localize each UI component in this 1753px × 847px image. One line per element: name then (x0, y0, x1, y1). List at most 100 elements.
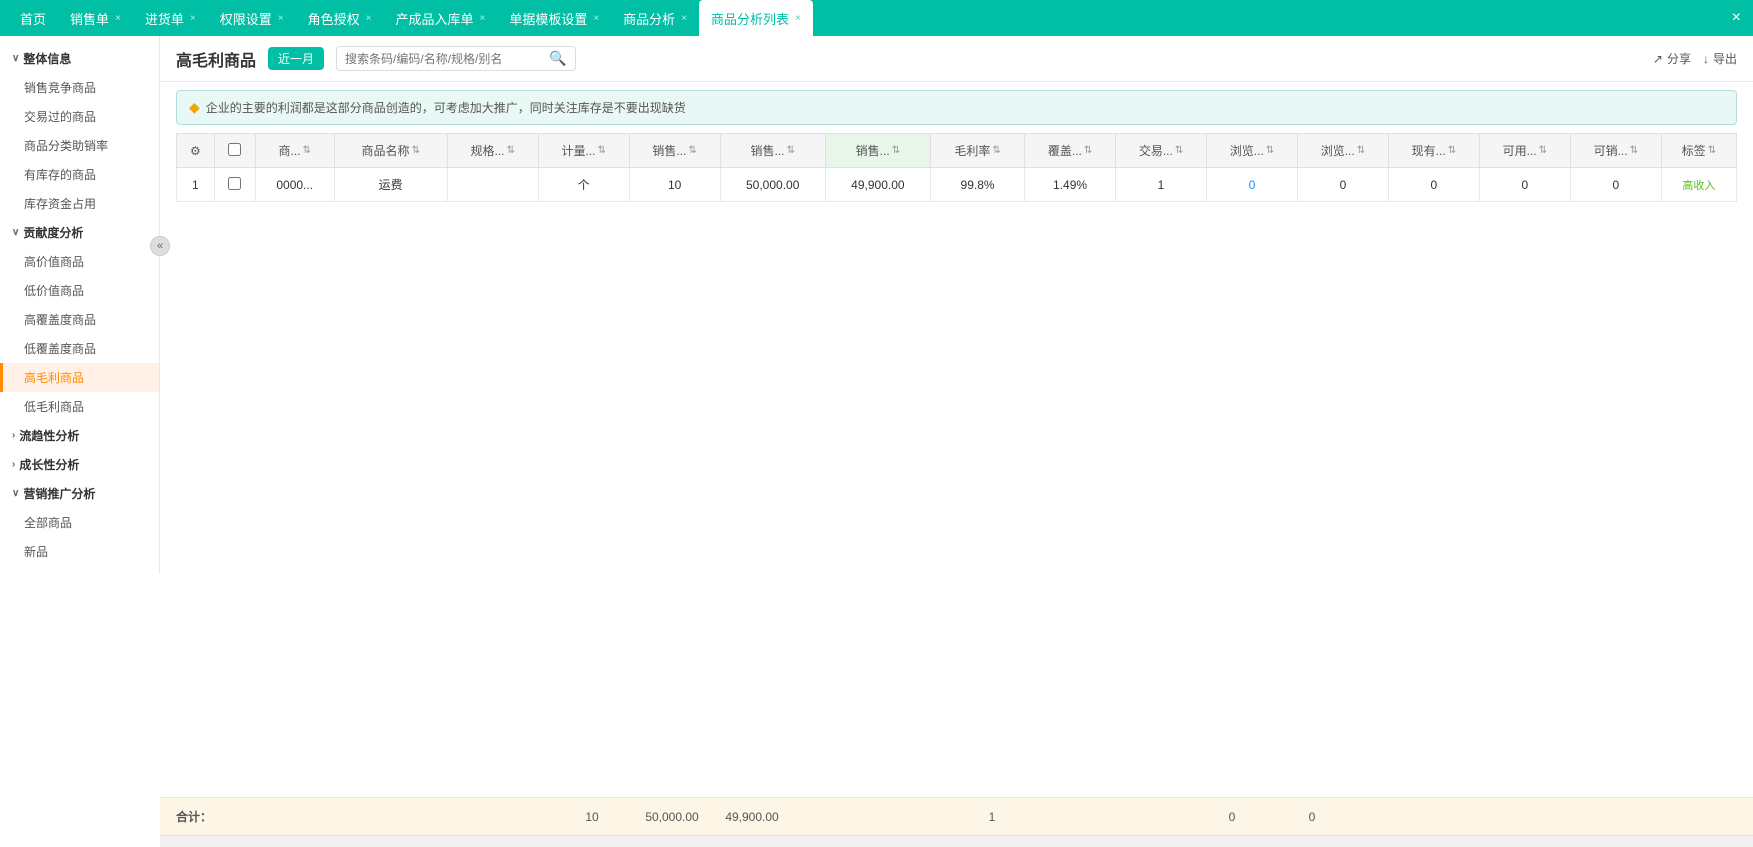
sidebar-item-low-value[interactable]: 低价值商品 (0, 276, 159, 305)
cell-name: 运费 (334, 168, 447, 202)
sidebar-item-high-coverage[interactable]: 高覆盖度商品 (0, 305, 159, 334)
col-current-stock[interactable]: 现有...⇅ (1388, 134, 1479, 168)
cell-sales-profit: 49,900.00 (825, 168, 930, 202)
info-banner-text: 企业的主要的利润都是这部分商品创造的，可考虑加大推广，同时关注库存是不要出现缺货 (206, 99, 686, 116)
sort-icon-coverage: ⇅ (1084, 145, 1092, 156)
close-purchase-tab[interactable]: × (190, 13, 196, 24)
cell-available-stock: 0 (1479, 168, 1570, 202)
sidebar-item-all-products[interactable]: 全部商品 (0, 508, 159, 537)
footer-spacer8 (1112, 810, 1192, 824)
nav-item-permissions[interactable]: 权限设置 × (208, 0, 296, 36)
nav-item-inbound[interactable]: 产成品入库单 × (383, 0, 497, 36)
share-label: 分享 (1667, 50, 1691, 67)
footer-cells: 10 50,000.00 49,900.00 1 0 0 (232, 810, 1737, 824)
footer-spacer2 (312, 810, 392, 824)
sidebar-item-new-products[interactable]: 新品 (0, 537, 159, 566)
col-sales-amount[interactable]: 销售...⇅ (720, 134, 825, 168)
row-checkbox[interactable] (228, 177, 241, 190)
close-analysis-list-tab[interactable]: × (795, 13, 801, 24)
col-code[interactable]: 商...⇅ (255, 134, 334, 168)
col-settings[interactable]: ⚙ (177, 134, 215, 168)
close-permissions-tab[interactable]: × (278, 13, 284, 24)
cell-trade-count: 1 (1116, 168, 1207, 202)
footer-bar: 合计： 10 50,000.00 49,900.00 1 0 0 (160, 797, 1753, 835)
footer-current-stock: 0 (1192, 810, 1272, 824)
col-available-stock[interactable]: 可用...⇅ (1479, 134, 1570, 168)
sidebar-item-traded[interactable]: 交易过的商品 (0, 102, 159, 131)
footer-spacer7 (1032, 810, 1112, 824)
close-sales-tab[interactable]: × (115, 13, 121, 24)
close-all-button[interactable]: × (1732, 9, 1741, 27)
col-tag[interactable]: 标签⇅ (1661, 134, 1736, 168)
sort-icon-sellable-stock: ⇅ (1630, 145, 1638, 156)
sort-icon-tag: ⇅ (1708, 145, 1716, 156)
nav-item-roles[interactable]: 角色授权 × (296, 0, 384, 36)
sidebar-item-in-stock[interactable]: 有库存的商品 (0, 160, 159, 189)
share-icon: ↗ (1653, 52, 1663, 66)
col-sellable-stock[interactable]: 可销...⇅ (1570, 134, 1661, 168)
nav-item-purchase[interactable]: 进货单 × (133, 0, 208, 36)
sidebar-item-high-value[interactable]: 高价值商品 (0, 247, 159, 276)
arrow-marketing: ∨ (12, 488, 19, 499)
data-table: ⚙ 商...⇅ 商品名称⇅ 规格...⇅ 计量...⇅ 销售...⇅ 销售...… (176, 133, 1737, 202)
select-all-checkbox[interactable] (228, 143, 241, 156)
nav-item-sales[interactable]: 销售单 × (58, 0, 133, 36)
cell-sellable-stock: 0 (1570, 168, 1661, 202)
sort-icon-trade-count: ⇅ (1175, 145, 1183, 156)
nav-item-home[interactable]: 首页 (8, 0, 58, 36)
nav-item-analysis-list[interactable]: 商品分析列表 × (699, 0, 813, 36)
export-label: 导出 (1713, 50, 1737, 67)
col-spec[interactable]: 规格...⇅ (447, 134, 538, 168)
close-template-tab[interactable]: × (593, 13, 599, 24)
sidebar-item-high-margin[interactable]: 高毛利商品 (0, 363, 159, 392)
cell-view1[interactable]: 0 (1207, 168, 1298, 202)
sidebar-item-sales-competition[interactable]: 销售竞争商品 (0, 73, 159, 102)
sidebar-section-overall[interactable]: ∨ 整体信息 (0, 44, 159, 73)
footer-sales-profit: 49,900.00 (712, 810, 792, 824)
nav-item-template[interactable]: 单据模板设置 × (497, 0, 611, 36)
sidebar-item-capital-occupation[interactable]: 库存资金占用 (0, 189, 159, 218)
nav-item-analysis[interactable]: 商品分析 × (611, 0, 699, 36)
sort-icon-spec: ⇅ (507, 145, 515, 156)
cell-tag: 高收入 (1661, 168, 1736, 202)
search-icon[interactable]: 🔍 (549, 50, 566, 67)
share-button[interactable]: ↗ 分享 (1653, 50, 1691, 67)
horizontal-scrollbar[interactable] (160, 835, 1753, 847)
sidebar-section-marketing[interactable]: ∨ 营销推广分析 (0, 479, 159, 508)
close-inbound-tab[interactable]: × (479, 13, 485, 24)
col-view2[interactable]: 浏览...⇅ (1297, 134, 1388, 168)
export-button[interactable]: ↓ 导出 (1703, 50, 1737, 67)
col-name[interactable]: 商品名称⇅ (334, 134, 447, 168)
sidebar-section-trend[interactable]: › 流趋性分析 (0, 421, 159, 450)
sidebar-section-contribution[interactable]: ∨ 贡献度分析 (0, 218, 159, 247)
col-trade-count[interactable]: 交易...⇅ (1116, 134, 1207, 168)
col-view1[interactable]: 浏览...⇅ (1207, 134, 1298, 168)
content-header: 高毛利商品 近一月 🔍 ↗ 分享 ↓ 导出 (160, 36, 1753, 82)
col-gross-margin[interactable]: 毛利率⇅ (930, 134, 1024, 168)
sort-icon-sales-count: ⇅ (688, 145, 696, 156)
sidebar-collapse-button[interactable]: « (150, 236, 170, 256)
settings-icon: ⚙ (183, 144, 208, 158)
col-unit[interactable]: 计量...⇅ (538, 134, 629, 168)
sort-icon-name: ⇅ (411, 145, 419, 156)
col-sales-count[interactable]: 销售...⇅ (629, 134, 720, 168)
sidebar-section-growth-label: 成长性分析 (19, 456, 79, 473)
main-layout: ∨ 整体信息 销售竞争商品 交易过的商品 商品分类助销率 有库存的商品 库存资金… (0, 36, 1753, 847)
sidebar-item-category-rate[interactable]: 商品分类助销率 (0, 131, 159, 160)
export-icon: ↓ (1703, 52, 1709, 66)
sidebar-item-low-margin[interactable]: 低毛利商品 (0, 392, 159, 421)
col-checkbox[interactable] (214, 134, 255, 168)
sidebar-section-growth[interactable]: › 成长性分析 (0, 450, 159, 479)
filter-recent-month-button[interactable]: 近一月 (268, 47, 324, 70)
cell-checkbox[interactable] (214, 168, 255, 202)
sort-icon-code: ⇅ (303, 145, 311, 156)
col-coverage[interactable]: 覆盖...⇅ (1025, 134, 1116, 168)
close-roles-tab[interactable]: × (366, 13, 372, 24)
cell-index: 1 (177, 168, 215, 202)
search-input[interactable] (345, 52, 545, 66)
close-analysis-tab[interactable]: × (681, 13, 687, 24)
cell-spec (447, 168, 538, 202)
footer-spacer4 (472, 810, 552, 824)
sidebar-item-low-coverage[interactable]: 低覆盖度商品 (0, 334, 159, 363)
col-sales-profit[interactable]: 销售...⇅ (825, 134, 930, 168)
